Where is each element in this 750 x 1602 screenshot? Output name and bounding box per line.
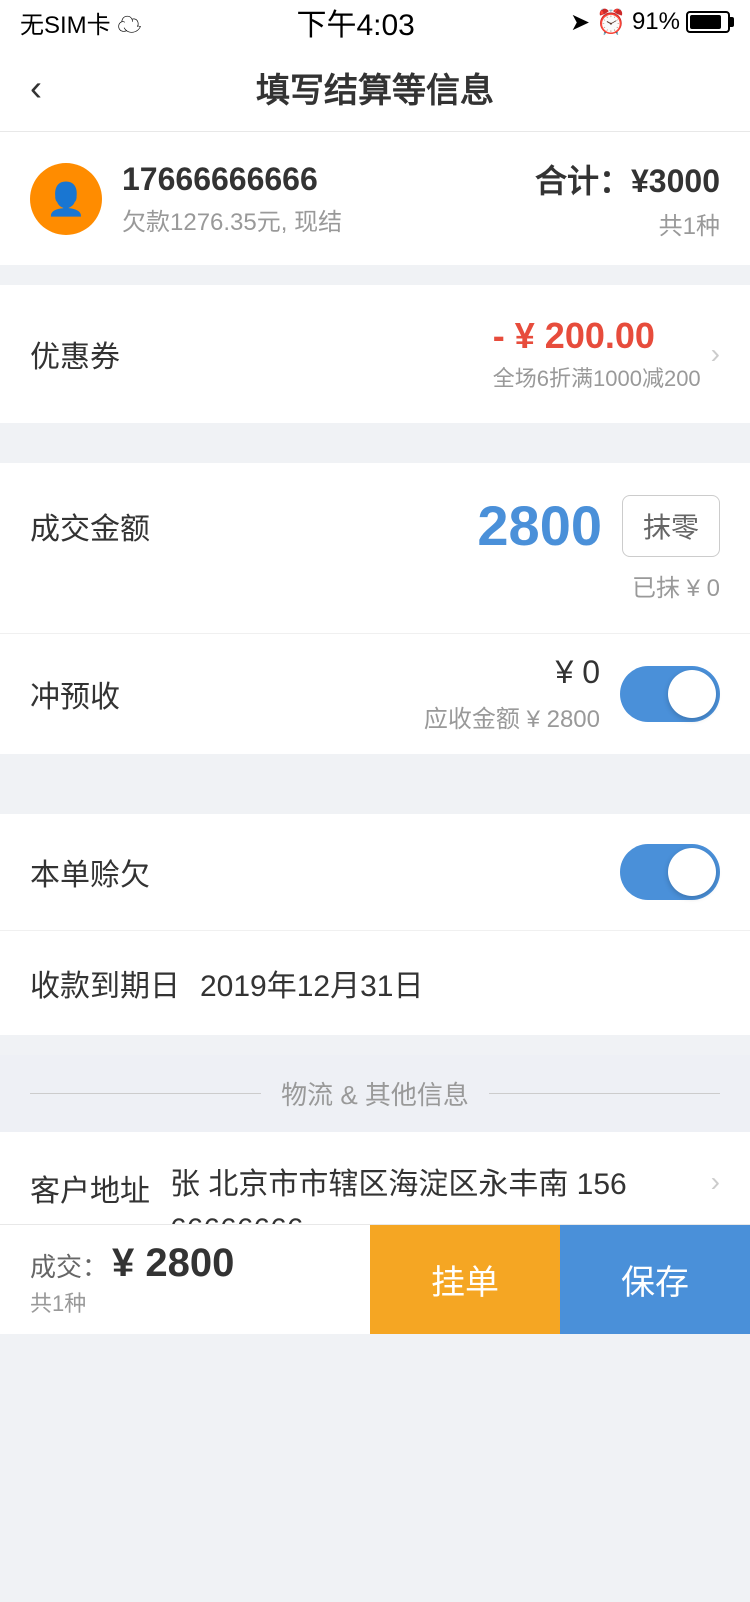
prepay-value: ¥ 0 xyxy=(556,654,600,691)
amount-label: 成交金额 xyxy=(30,504,150,548)
battery-fill xyxy=(690,15,721,29)
customer-right: 合计：¥3000 共1种 xyxy=(535,156,720,241)
round-button[interactable]: 抹零 xyxy=(622,495,720,557)
amount-row: 成交金额 2800 抹零 xyxy=(30,493,720,558)
page-title: 填写结算等信息 xyxy=(256,63,494,112)
credit-card: 本单赊欠 收款到期日 2019年12月31日 xyxy=(0,814,750,1035)
amount-value-group: 2800 抹零 xyxy=(477,493,720,558)
coupon-chevron: › xyxy=(711,338,720,370)
amount-section: 成交金额 2800 抹零 已抹 ¥ 0 xyxy=(0,463,750,633)
status-bar: 无SIM卡 ☁ 下午4:03 ➤ ⏰ 91% xyxy=(0,0,750,44)
bottom-count: 共1种 xyxy=(30,1286,340,1318)
total-amount: 合计：¥3000 xyxy=(535,156,720,202)
amount-card: 成交金额 2800 抹零 已抹 ¥ 0 冲预收 ¥ 0 应收金额 ¥ 2800 xyxy=(0,463,750,754)
deal-label: 成交： xyxy=(30,1247,108,1284)
pending-label: 挂单 xyxy=(431,1255,499,1304)
credit-toggle[interactable] xyxy=(620,844,720,900)
coupon-desc: 全场6折满1000减200 xyxy=(493,361,701,393)
due-label: 收款到期日 xyxy=(30,961,180,1005)
bottom-bar: 成交： ¥ 2800 共1种 挂单 保存 xyxy=(0,1224,750,1334)
content: 👤 17666666666 欠款1276.35元, 现结 合计：¥3000 共1… xyxy=(0,132,750,1602)
sim-label: 无SIM卡 ☁ xyxy=(20,5,141,40)
customer-debt: 欠款1276.35元, 现结 xyxy=(122,202,342,237)
battery-icon xyxy=(686,11,730,33)
header-line-right xyxy=(489,1093,720,1094)
alarm-icon: ⏰ xyxy=(596,8,626,37)
total-count: 共1种 xyxy=(535,206,720,241)
bottom-amount: ¥ 2800 xyxy=(112,1241,234,1286)
back-button[interactable]: ‹ xyxy=(30,67,42,109)
coupon-row[interactable]: 优惠券 - ¥ 200.00 全场6折满1000减200 › xyxy=(0,285,750,423)
amount-value: 2800 xyxy=(477,493,602,558)
prepay-values: ¥ 0 应收金额 ¥ 2800 xyxy=(424,654,600,734)
avatar-icon: 👤 xyxy=(46,180,86,218)
due-date-row: 收款到期日 2019年12月31日 xyxy=(0,930,750,1035)
toggle-knob xyxy=(668,670,716,718)
prepay-row: 冲预收 ¥ 0 应收金额 ¥ 2800 xyxy=(30,654,720,734)
coupon-amount: - ¥ 200.00 xyxy=(493,315,701,357)
coupon-info: - ¥ 200.00 全场6折满1000减200 xyxy=(493,315,701,393)
due-value: 2019年12月31日 xyxy=(200,961,423,1005)
location-icon: ➤ xyxy=(570,8,590,37)
prepay-desc: 应收金额 ¥ 2800 xyxy=(424,699,600,734)
amount-sub-row: 已抹 ¥ 0 xyxy=(30,568,720,603)
prepay-toggle[interactable] xyxy=(620,666,720,722)
credit-row: 本单赊欠 xyxy=(0,814,750,930)
save-label: 保存 xyxy=(621,1255,689,1304)
section-divider-2 xyxy=(0,774,750,794)
customer-phone: 17666666666 xyxy=(122,161,342,198)
status-right: ➤ ⏰ 91% xyxy=(570,8,730,37)
customer-card: 👤 17666666666 欠款1276.35元, 现结 合计：¥3000 共1… xyxy=(0,132,750,265)
prepay-section: 冲预收 ¥ 0 应收金额 ¥ 2800 xyxy=(0,633,750,754)
coupon-card: 优惠券 - ¥ 200.00 全场6折满1000减200 › xyxy=(0,285,750,423)
coupon-right: - ¥ 200.00 全场6折满1000减200 › xyxy=(493,315,720,393)
header-line-left xyxy=(30,1093,261,1094)
section-header-text: 物流 & 其他信息 xyxy=(281,1075,469,1112)
address-chevron: › xyxy=(711,1162,720,1198)
avatar: 👤 xyxy=(30,163,102,235)
bottom-info: 成交： ¥ 2800 共1种 xyxy=(0,1225,370,1334)
battery-percent: 91% xyxy=(632,8,680,36)
coupon-label: 优惠券 xyxy=(30,332,120,376)
address-label: 客户地址 xyxy=(30,1162,150,1210)
customer-row: 👤 17666666666 欠款1276.35元, 现结 合计：¥3000 共1… xyxy=(0,132,750,265)
customer-left: 👤 17666666666 欠款1276.35元, 现结 xyxy=(30,161,342,237)
pending-button[interactable]: 挂单 xyxy=(370,1225,560,1334)
nav-bar: ‹ 填写结算等信息 xyxy=(0,44,750,132)
amount-sub: 已抹 ¥ 0 xyxy=(632,575,720,602)
save-button[interactable]: 保存 xyxy=(560,1225,750,1334)
prepay-right-group: ¥ 0 应收金额 ¥ 2800 xyxy=(424,654,720,734)
section-header: 物流 & 其他信息 xyxy=(0,1055,750,1132)
status-left: 无SIM卡 ☁ xyxy=(20,5,141,40)
bottom-deal-row: 成交： ¥ 2800 xyxy=(30,1241,340,1286)
section-divider-1 xyxy=(0,443,750,463)
time-label: 下午4:03 xyxy=(296,0,414,44)
credit-label: 本单赊欠 xyxy=(30,850,150,894)
prepay-label: 冲预收 xyxy=(30,672,120,716)
customer-info: 17666666666 欠款1276.35元, 现结 xyxy=(122,161,342,237)
credit-toggle-knob xyxy=(668,848,716,896)
